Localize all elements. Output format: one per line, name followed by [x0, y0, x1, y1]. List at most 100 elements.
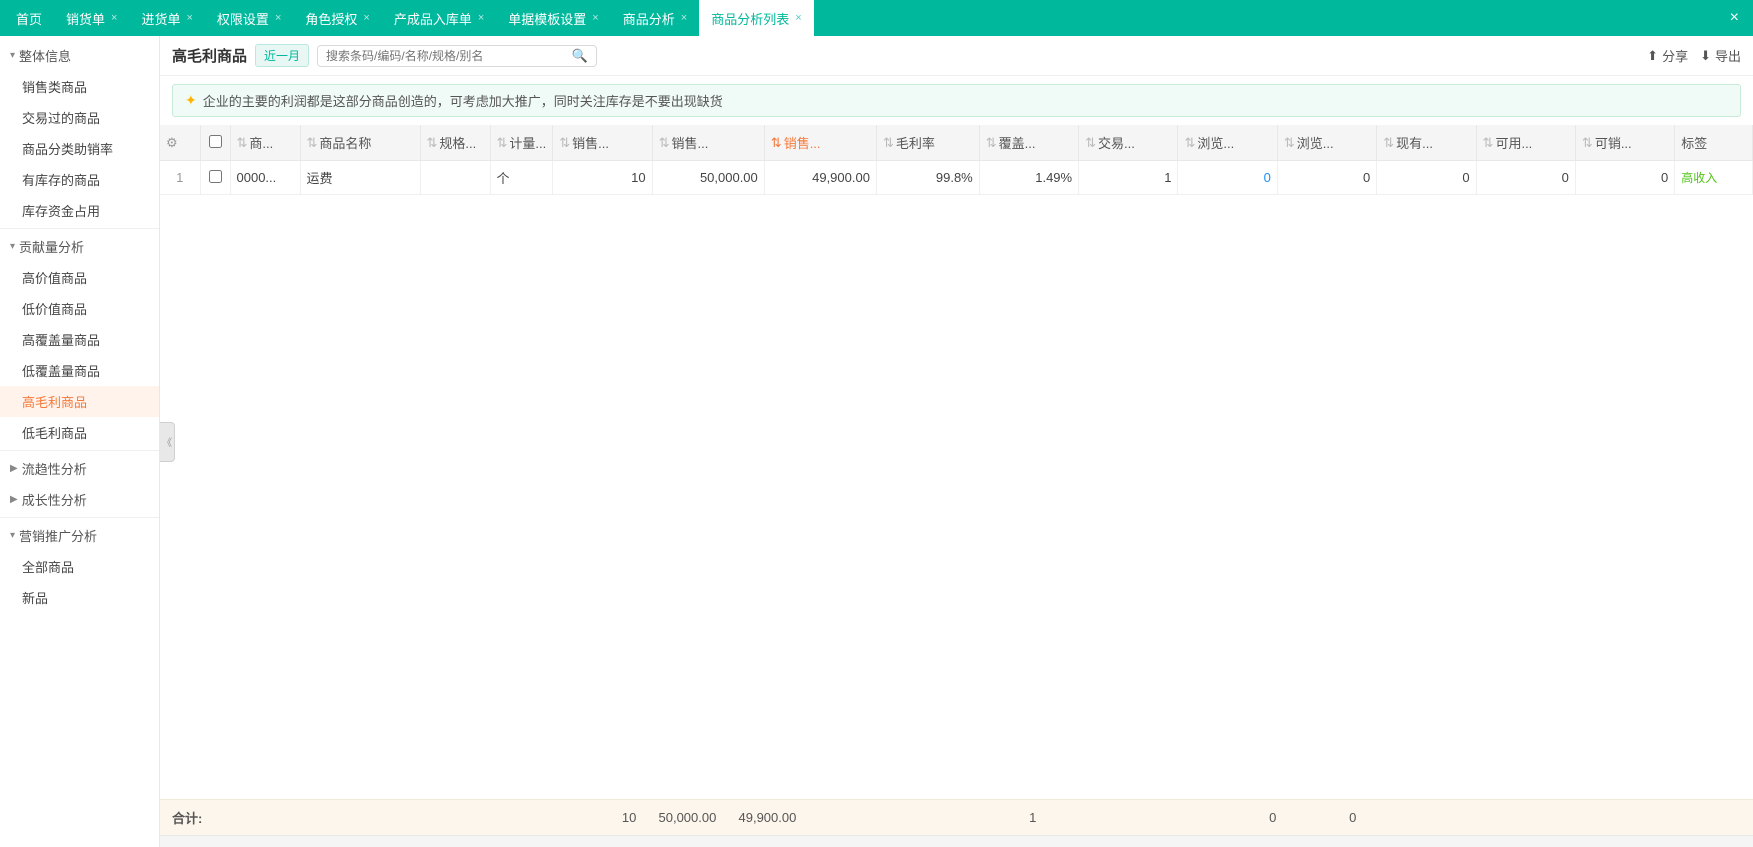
- footer-available: 0: [1282, 810, 1362, 825]
- sidebar-item-new-goods[interactable]: 新品: [0, 582, 159, 613]
- col-header-sales2: ⇅ 销售...: [652, 125, 764, 161]
- nav-tab-template[interactable]: 单据模板设置 ×: [496, 0, 610, 36]
- close-icon[interactable]: ×: [795, 12, 801, 24]
- footer-sales3: 49,900.00: [722, 810, 802, 825]
- cell-browse2: 0: [1277, 161, 1376, 195]
- col-header-trade: ⇅ 交易...: [1079, 125, 1178, 161]
- close-icon[interactable]: ×: [592, 12, 598, 24]
- sidebar-item-low-gross[interactable]: 低毛利商品: [0, 417, 159, 448]
- footer-trade: 1: [962, 810, 1042, 825]
- close-icon[interactable]: ×: [478, 12, 484, 24]
- cell-trade: 1: [1079, 161, 1178, 195]
- sidebar-item-high-coverage[interactable]: 高覆盖量商品: [0, 324, 159, 355]
- sidebar-item-high-value[interactable]: 高价值商品: [0, 262, 159, 293]
- export-button[interactable]: ⬇ 导出: [1700, 46, 1741, 65]
- sort-icon: ⇅: [1085, 135, 1096, 151]
- sort-icon: ⇅: [1284, 135, 1295, 151]
- nav-tab-product-analysis-list[interactable]: 商品分析列表 ×: [699, 0, 813, 36]
- divider: [0, 450, 159, 451]
- col-header-spec: ⇅ 规格...: [420, 125, 490, 161]
- cell-name: 运费: [300, 161, 420, 195]
- nav-tab-product-analysis[interactable]: 商品分析 ×: [611, 0, 699, 36]
- close-icon[interactable]: ×: [363, 12, 369, 24]
- data-table-wrapper[interactable]: ⚙ ⇅ 商...: [160, 125, 1753, 799]
- col-header-saleable: ⇅ 可销...: [1575, 125, 1674, 161]
- close-all-button[interactable]: ×: [1720, 9, 1749, 27]
- nav-tab-home[interactable]: 首页: [4, 0, 54, 36]
- search-box: 🔍: [317, 45, 597, 67]
- col-header-current: ⇅ 现有...: [1377, 125, 1476, 161]
- close-icon[interactable]: ×: [681, 12, 687, 24]
- sort-icon: ⇅: [1483, 135, 1494, 151]
- chevron-right-icon: ▶: [10, 463, 18, 474]
- sidebar-item-low-coverage[interactable]: 低覆盖量商品: [0, 355, 159, 386]
- chevron-right-icon: ▶: [10, 494, 18, 505]
- sort-icon: ⇅: [659, 135, 670, 151]
- cell-coverage: 1.49%: [979, 161, 1078, 195]
- cell-browse1: 0: [1178, 161, 1277, 195]
- col-header-available: ⇅ 可用...: [1476, 125, 1575, 161]
- sort-icon: ⇅: [559, 135, 570, 151]
- cell-spec: [420, 161, 490, 195]
- col-header-unit: ⇅ 计量...: [490, 125, 553, 161]
- sidebar-item-low-value[interactable]: 低价值商品: [0, 293, 159, 324]
- sidebar-item-all-goods[interactable]: 全部商品: [0, 551, 159, 582]
- sidebar-group-growth[interactable]: ▶ 成长性分析: [0, 484, 159, 515]
- sidebar-group-overall[interactable]: ▾ 整体信息: [0, 40, 159, 71]
- sidebar-group-trend[interactable]: ▶ 流趋性分析: [0, 453, 159, 484]
- sort-icon: ⇅: [986, 135, 997, 151]
- sidebar-item-traded-goods[interactable]: 交易过的商品: [0, 102, 159, 133]
- close-icon[interactable]: ×: [111, 12, 117, 24]
- search-input[interactable]: [326, 49, 568, 63]
- nav-tab-purchase[interactable]: 进货单 ×: [129, 0, 204, 36]
- search-icon[interactable]: 🔍: [572, 48, 588, 64]
- row-checkbox[interactable]: [209, 170, 222, 183]
- close-icon[interactable]: ×: [275, 12, 281, 24]
- col-header-check: [200, 125, 230, 161]
- footer-sales1: 10: [562, 810, 642, 825]
- nav-tab-product-in[interactable]: 产成品入库单 ×: [382, 0, 496, 36]
- export-icon: ⬇: [1700, 48, 1711, 64]
- share-icon: ⬆: [1647, 48, 1658, 64]
- table-row: 1 0000... 运费: [160, 161, 1753, 195]
- footer-totals: 合计: 10 50,000.00 49,900.00 1 0 0: [160, 799, 1753, 835]
- sidebar-group-marketing[interactable]: ▾ 营销推广分析: [0, 520, 159, 551]
- col-header-tag: 标签: [1675, 125, 1753, 161]
- col-header-browse2: ⇅ 浏览...: [1277, 125, 1376, 161]
- sidebar: ▾ 整体信息 销售类商品 交易过的商品 商品分类助销率 有库存的商品 库存资金占…: [0, 36, 160, 847]
- sidebar-item-category-rate[interactable]: 商品分类助销率: [0, 133, 159, 164]
- col-header-gross-rate: ⇅ 毛利率: [876, 125, 979, 161]
- cell-sales1: 10: [553, 161, 652, 195]
- horizontal-scrollbar[interactable]: [160, 835, 1753, 847]
- cell-code: 0000...: [230, 161, 300, 195]
- nav-tab-roles[interactable]: 角色授权 ×: [293, 0, 381, 36]
- col-header-num: ⚙: [160, 125, 200, 161]
- sidebar-item-in-stock[interactable]: 有库存的商品: [0, 164, 159, 195]
- footer-current: 0: [1202, 810, 1282, 825]
- close-icon[interactable]: ×: [186, 12, 192, 24]
- select-all-checkbox[interactable]: [209, 135, 222, 148]
- content-header: 高毛利商品 近一月 🔍 ⬆ 分享 ⬇ 导出: [160, 36, 1753, 76]
- sidebar-item-stock-capital[interactable]: 库存资金占用: [0, 195, 159, 226]
- col-header-coverage: ⇅ 覆盖...: [979, 125, 1078, 161]
- sidebar-group-contribution[interactable]: ▾ 贡献量分析: [0, 231, 159, 262]
- col-header-sales1: ⇅ 销售...: [553, 125, 652, 161]
- sort-icon: ⇅: [1184, 135, 1195, 151]
- chevron-down-icon: ▾: [10, 530, 15, 541]
- share-button[interactable]: ⬆ 分享: [1647, 46, 1688, 65]
- nav-tab-sales[interactable]: 销货单 ×: [54, 0, 129, 36]
- sort-icon: ⇅: [1383, 135, 1394, 151]
- footer-label: 合计:: [172, 808, 242, 827]
- sidebar-collapse-button[interactable]: 《: [160, 422, 175, 462]
- cell-saleable: 0: [1575, 161, 1674, 195]
- main-layout: ▾ 整体信息 销售类商品 交易过的商品 商品分类助销率 有库存的商品 库存资金占…: [0, 36, 1753, 847]
- settings-icon[interactable]: ⚙: [166, 135, 178, 151]
- cell-tag: 高收入: [1675, 161, 1753, 195]
- sidebar-item-sales-goods[interactable]: 销售类商品: [0, 71, 159, 102]
- nav-tab-permissions[interactable]: 权限设置 ×: [205, 0, 293, 36]
- filter-month-button[interactable]: 近一月: [255, 44, 309, 67]
- sidebar-item-high-gross[interactable]: 高毛利商品: [0, 386, 159, 417]
- cell-available: 0: [1476, 161, 1575, 195]
- cell-gross-rate: 99.8%: [876, 161, 979, 195]
- divider: [0, 517, 159, 518]
